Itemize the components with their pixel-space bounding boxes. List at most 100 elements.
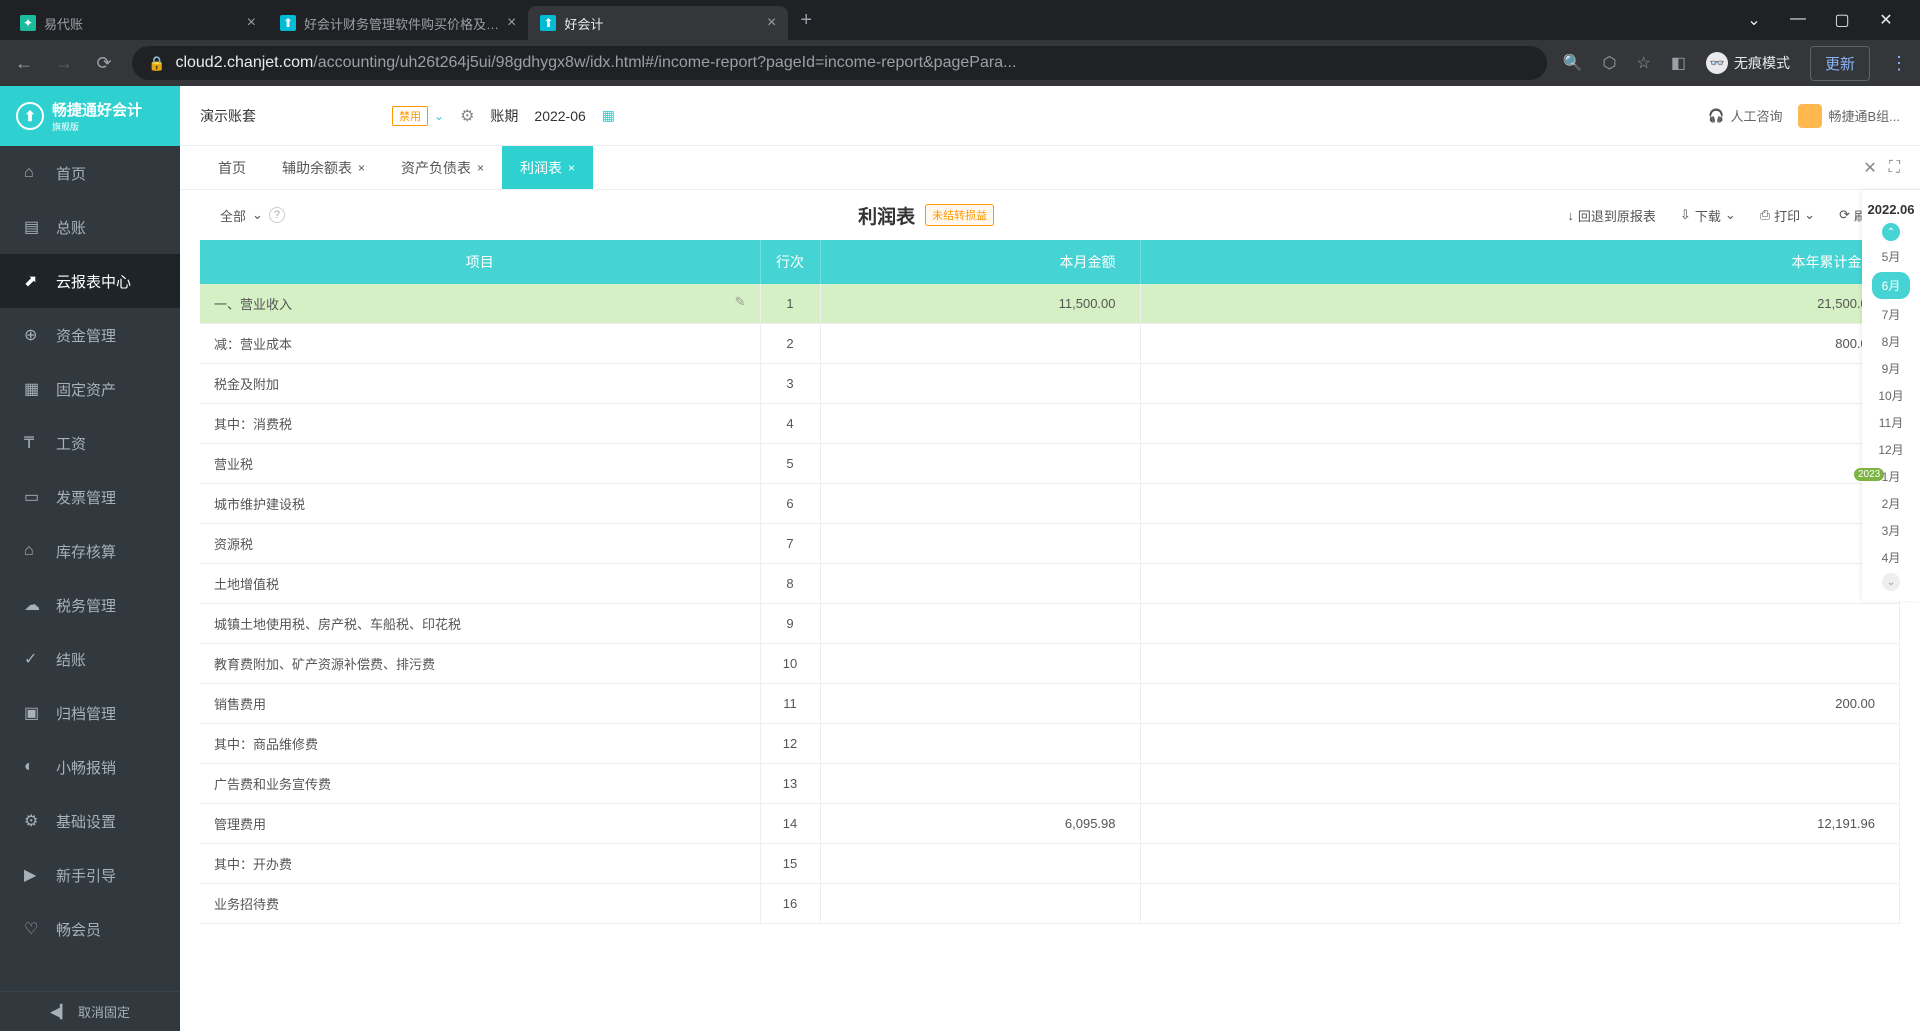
timeline-month-1[interactable]: 6月 [1872, 272, 1910, 299]
forward-button[interactable]: → [52, 53, 76, 74]
minimize-button[interactable]: — [1788, 10, 1808, 30]
restore-button[interactable]: ↓回退到原报表 [1567, 206, 1656, 225]
close-icon[interactable]: × [767, 14, 776, 32]
sidebar-item-8[interactable]: ☁税务管理 [0, 578, 180, 632]
page-tab-3[interactable]: 利润表× [502, 146, 593, 189]
close-window-button[interactable]: ✕ [1876, 10, 1896, 30]
table-row[interactable]: 管理费用146,095.9812,191.96 [200, 804, 1900, 844]
table-row[interactable]: 营业税5 [200, 444, 1900, 484]
close-all-tabs-icon[interactable]: ✕ [1863, 158, 1876, 178]
url-bar[interactable]: 🔒 cloud2.chanjet.com/accounting/uh26t264… [132, 46, 1547, 80]
sidebar-item-6[interactable]: ▭发票管理 [0, 470, 180, 524]
timeline-month-0[interactable]: 5月 [1862, 243, 1920, 270]
browser-tab-1[interactable]: ⬆ 好会计财务管理软件购买价格及… × [268, 6, 528, 40]
table-row[interactable]: 土地增值税8 [200, 564, 1900, 604]
cell-row: 7 [760, 524, 820, 564]
zoom-icon[interactable]: 🔍 [1563, 53, 1583, 73]
table-row[interactable]: 其中：商品维修费12 [200, 724, 1900, 764]
new-tab-button[interactable]: + [788, 9, 824, 32]
page-tab-2[interactable]: 资产负债表× [383, 146, 502, 189]
sidebar-icon: ▦ [24, 379, 42, 399]
timeline-month-10[interactable]: 3月 [1862, 517, 1920, 544]
timeline-month-2[interactable]: 7月 [1862, 301, 1920, 328]
update-button[interactable]: 更新 [1810, 46, 1870, 81]
cell-year: 200.00 [1140, 684, 1900, 724]
chevron-down-icon[interactable]: ⌄ [434, 109, 444, 123]
filter-all[interactable]: 全部 ⌄ ? [220, 206, 285, 225]
timeline-month-4[interactable]: 9月 [1862, 355, 1920, 382]
table-row[interactable]: 其中：消费税4 [200, 404, 1900, 444]
timeline-month-11[interactable]: 4月 [1862, 544, 1920, 571]
sidebar-item-12[interactable]: ⚙基础设置 [0, 794, 180, 848]
cell-row: 4 [760, 404, 820, 444]
sidebar-item-0[interactable]: ⌂首页 [0, 146, 180, 200]
scroll-down-icon[interactable]: ⌄ [1882, 573, 1900, 591]
sidebar-item-7[interactable]: ⌂库存核算 [0, 524, 180, 578]
back-button[interactable]: ← [12, 53, 36, 74]
close-icon[interactable]: × [247, 14, 256, 32]
timeline-month-3[interactable]: 8月 [1862, 328, 1920, 355]
table-row[interactable]: 城市维护建设税6 [200, 484, 1900, 524]
table-row[interactable]: 资源税7 [200, 524, 1900, 564]
print-button[interactable]: ⎙打印⌄ [1760, 206, 1815, 225]
close-icon[interactable]: × [477, 161, 484, 175]
tab-dropdown-icon[interactable]: ⌄ [1744, 10, 1764, 30]
table-row[interactable]: 城镇土地使用税、房产税、车船税、印花税9 [200, 604, 1900, 644]
sidebar-item-1[interactable]: ▤总账 [0, 200, 180, 254]
bookmark-icon[interactable]: ☆ [1637, 53, 1651, 73]
maximize-button[interactable]: ▢ [1832, 10, 1852, 30]
user-info[interactable]: 畅捷通B组... [1798, 104, 1900, 128]
table-row[interactable]: 减：营业成本2800.00 [200, 324, 1900, 364]
scroll-up-icon[interactable]: ⌃ [1882, 223, 1900, 241]
support-link[interactable]: 🎧 人工咨询 [1708, 106, 1782, 125]
edit-icon[interactable]: ✎ [735, 294, 746, 310]
sidebar-item-10[interactable]: ▣归档管理 [0, 686, 180, 740]
close-icon[interactable]: × [568, 161, 575, 175]
table-row[interactable]: 销售费用11200.00 [200, 684, 1900, 724]
page-tab-1[interactable]: 辅助余额表× [264, 146, 383, 189]
browser-tab-2[interactable]: ⬆ 好会计 × [528, 6, 788, 40]
timeline-month-7[interactable]: 12月 [1862, 436, 1920, 463]
table-row[interactable]: 其中：开办费15 [200, 844, 1900, 884]
table-row[interactable]: 教育费附加、矿产资源补偿费、排污费10 [200, 644, 1900, 684]
cell-row: 14 [760, 804, 820, 844]
cell-year: 800.00 [1140, 324, 1900, 364]
sidebar-item-4[interactable]: ▦固定资产 [0, 362, 180, 416]
arrow-down-icon: ↓ [1567, 208, 1574, 223]
timeline-month-8[interactable]: 20231月 [1862, 463, 1920, 490]
sidebar-unpin[interactable]: ◀▎ 取消固定 [0, 991, 180, 1031]
fullscreen-icon[interactable]: ⛶ [1889, 159, 1900, 177]
help-icon[interactable]: ? [269, 207, 285, 223]
calendar-icon[interactable]: ▦ [602, 107, 615, 124]
timeline-month-6[interactable]: 11月 [1862, 409, 1920, 436]
sidebar-logo[interactable]: ⬆ 畅捷通好会计 旗舰版 [0, 86, 180, 146]
close-icon[interactable]: × [358, 161, 365, 175]
period-value[interactable]: 2022-06 [534, 108, 585, 124]
table-row[interactable]: 广告费和业务宣传费13 [200, 764, 1900, 804]
sidebar-item-2[interactable]: ⬈云报表中心 [0, 254, 180, 308]
sidebar-item-14[interactable]: ♡畅会员 [0, 902, 180, 956]
account-name[interactable]: 演示账套 [200, 106, 256, 126]
sidebar-item-11[interactable]: ◐小畅报销 [0, 740, 180, 794]
sidebar-item-5[interactable]: ₸工资 [0, 416, 180, 470]
sidebar-icon: ▶ [24, 865, 42, 885]
cell-month: 11,500.00 [820, 284, 1140, 324]
table-row[interactable]: 一、营业收入✎111,500.0021,500.00 [200, 284, 1900, 324]
sidebar-item-13[interactable]: ▶新手引导 [0, 848, 180, 902]
extension-icon[interactable]: ⬡ [1603, 53, 1617, 73]
page-tab-0[interactable]: 首页 [200, 146, 264, 189]
extensions-icon[interactable]: ◧ [1671, 53, 1686, 73]
timeline-month-9[interactable]: 2月 [1862, 490, 1920, 517]
table-row[interactable]: 税金及附加3 [200, 364, 1900, 404]
table-row[interactable]: 业务招待费16 [200, 884, 1900, 924]
sidebar-item-3[interactable]: ⊕资金管理 [0, 308, 180, 362]
close-icon[interactable]: × [507, 14, 516, 32]
browser-tab-0[interactable]: ✦ 易代账 × [8, 6, 268, 40]
gear-icon[interactable]: ⚙ [460, 106, 474, 126]
timeline-month-5[interactable]: 10月 [1862, 382, 1920, 409]
sidebar-item-9[interactable]: ✓结账 [0, 632, 180, 686]
download-button[interactable]: ⇩下载⌄ [1680, 206, 1736, 225]
th-item: 项目 [200, 240, 760, 284]
reload-button[interactable]: ⟳ [92, 53, 116, 74]
menu-button[interactable]: ⋮ [1890, 53, 1908, 74]
